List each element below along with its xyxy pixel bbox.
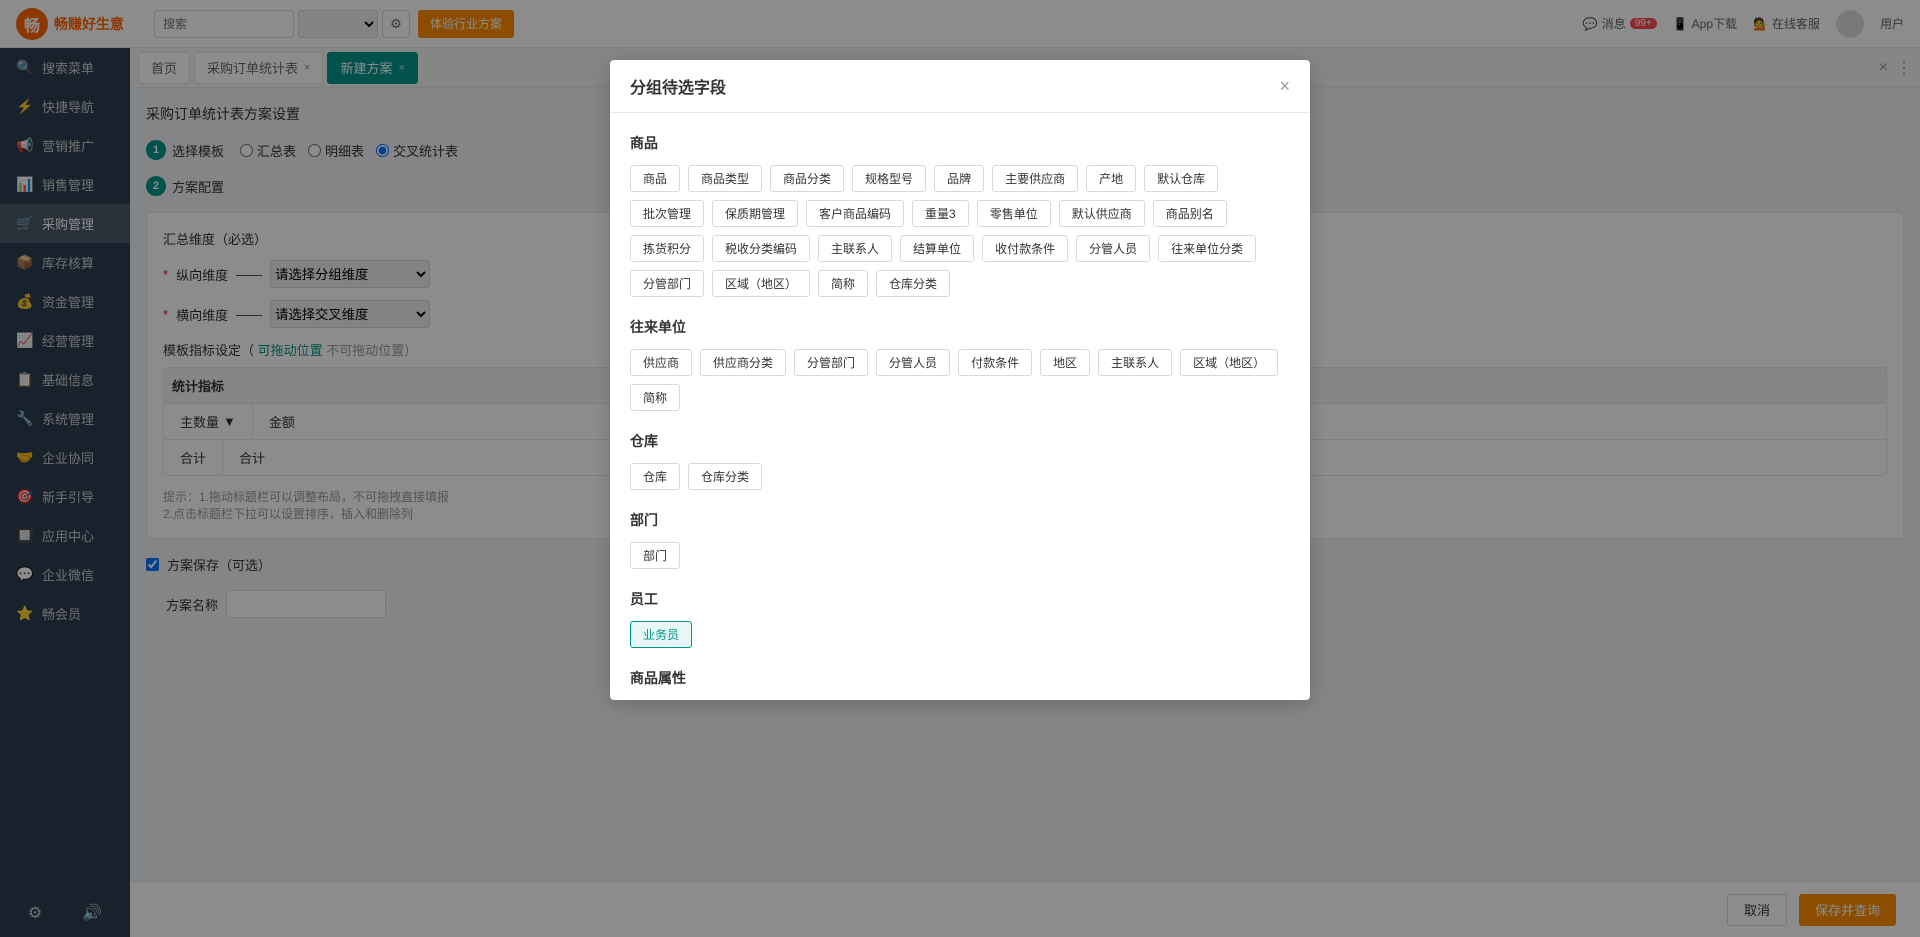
field-tag-goods-type[interactable]: 商品类型 <box>688 165 762 192</box>
field-tag-supplier[interactable]: 供应商 <box>630 349 692 376</box>
section-product-attr-title: 商品属性 <box>630 668 1290 688</box>
field-tag-sales-person[interactable]: 业务员 <box>630 621 692 648</box>
modal-overlay: 分组待选字段 × 商品 商品 商品类型 商品分类 规格型号 品牌 主要供应商 产… <box>0 0 1920 937</box>
field-tag-retail-unit[interactable]: 零售单位 <box>977 200 1051 227</box>
field-tag-goods-alias[interactable]: 商品别名 <box>1153 200 1227 227</box>
field-tag-tax-code[interactable]: 税收分类编码 <box>712 235 810 262</box>
field-tag-p-manager[interactable]: 分管人员 <box>876 349 950 376</box>
field-tag-quality-mgmt[interactable]: 保质期管理 <box>712 200 798 227</box>
section-goods: 商品 商品 商品类型 商品分类 规格型号 品牌 主要供应商 产地 默认仓库 批次… <box>630 133 1290 297</box>
field-tag-area[interactable]: 地区 <box>1040 349 1090 376</box>
field-tag-payment-condition[interactable]: 付款条件 <box>958 349 1032 376</box>
field-tag-origin[interactable]: 产地 <box>1086 165 1136 192</box>
section-warehouse-title: 仓库 <box>630 431 1290 451</box>
modal-header: 分组待选字段 × <box>610 60 1310 113</box>
field-tag-payment-terms[interactable]: 收付款条件 <box>982 235 1068 262</box>
field-tag-goods-category[interactable]: 商品分类 <box>770 165 844 192</box>
section-partner: 往来单位 供应商 供应商分类 分管部门 分管人员 付款条件 地区 主联系人 区域… <box>630 317 1290 411</box>
field-tag-region[interactable]: 区域（地区） <box>712 270 810 297</box>
section-employee-title: 员工 <box>630 589 1290 609</box>
field-tag-w-category[interactable]: 仓库分类 <box>688 463 762 490</box>
field-tag-warehouse[interactable]: 仓库 <box>630 463 680 490</box>
field-tag-spec-model[interactable]: 规格型号 <box>852 165 926 192</box>
field-tag-weight[interactable]: 重量3 <box>912 200 969 227</box>
section-department-title: 部门 <box>630 510 1290 530</box>
field-tag-brand[interactable]: 品牌 <box>934 165 984 192</box>
field-tag-department[interactable]: 部门 <box>630 542 680 569</box>
modal-title: 分组待选字段 <box>630 74 726 98</box>
field-tag-partner-category[interactable]: 往来单位分类 <box>1158 235 1256 262</box>
field-tag-picking-points[interactable]: 拣货积分 <box>630 235 704 262</box>
section-employee-tags: 业务员 <box>630 621 1290 648</box>
field-tag-p-dept[interactable]: 分管部门 <box>794 349 868 376</box>
section-partner-title: 往来单位 <box>630 317 1290 337</box>
section-warehouse-tags: 仓库 仓库分类 <box>630 463 1290 490</box>
modal-close-button[interactable]: × <box>1279 77 1290 95</box>
section-employee: 员工 业务员 <box>630 589 1290 648</box>
section-goods-tags: 商品 商品类型 商品分类 规格型号 品牌 主要供应商 产地 默认仓库 批次管理 … <box>630 165 1290 297</box>
field-tag-warehouse-category[interactable]: 仓库分类 <box>876 270 950 297</box>
section-partner-tags: 供应商 供应商分类 分管部门 分管人员 付款条件 地区 主联系人 区域（地区） … <box>630 349 1290 411</box>
section-product-attr: 商品属性 属性 颜色 多规格 尺码 鞋码 1 <box>630 668 1290 700</box>
field-tag-supplier-category[interactable]: 供应商分类 <box>700 349 786 376</box>
field-tag-short-name[interactable]: 简称 <box>818 270 868 297</box>
field-tag-default-warehouse[interactable]: 默认仓库 <box>1144 165 1218 192</box>
section-goods-title: 商品 <box>630 133 1290 153</box>
field-tag-customer-code[interactable]: 客户商品编码 <box>806 200 904 227</box>
section-department: 部门 部门 <box>630 510 1290 569</box>
field-tag-p-region[interactable]: 区域（地区） <box>1180 349 1278 376</box>
field-tag-p-main-contact[interactable]: 主联系人 <box>1098 349 1172 376</box>
field-tag-manager[interactable]: 分管人员 <box>1076 235 1150 262</box>
field-tag-dept[interactable]: 分管部门 <box>630 270 704 297</box>
field-tag-main-supplier[interactable]: 主要供应商 <box>992 165 1078 192</box>
field-tag-goods[interactable]: 商品 <box>630 165 680 192</box>
field-tag-default-supplier[interactable]: 默认供应商 <box>1059 200 1145 227</box>
section-department-tags: 部门 <box>630 542 1290 569</box>
field-selection-modal: 分组待选字段 × 商品 商品 商品类型 商品分类 规格型号 品牌 主要供应商 产… <box>610 60 1310 700</box>
field-tag-settle-unit[interactable]: 结算单位 <box>900 235 974 262</box>
field-tag-main-contact[interactable]: 主联系人 <box>818 235 892 262</box>
section-warehouse: 仓库 仓库 仓库分类 <box>630 431 1290 490</box>
modal-body: 商品 商品 商品类型 商品分类 规格型号 品牌 主要供应商 产地 默认仓库 批次… <box>610 113 1310 700</box>
field-tag-p-short-name[interactable]: 简称 <box>630 384 680 411</box>
field-tag-batch-mgmt[interactable]: 批次管理 <box>630 200 704 227</box>
